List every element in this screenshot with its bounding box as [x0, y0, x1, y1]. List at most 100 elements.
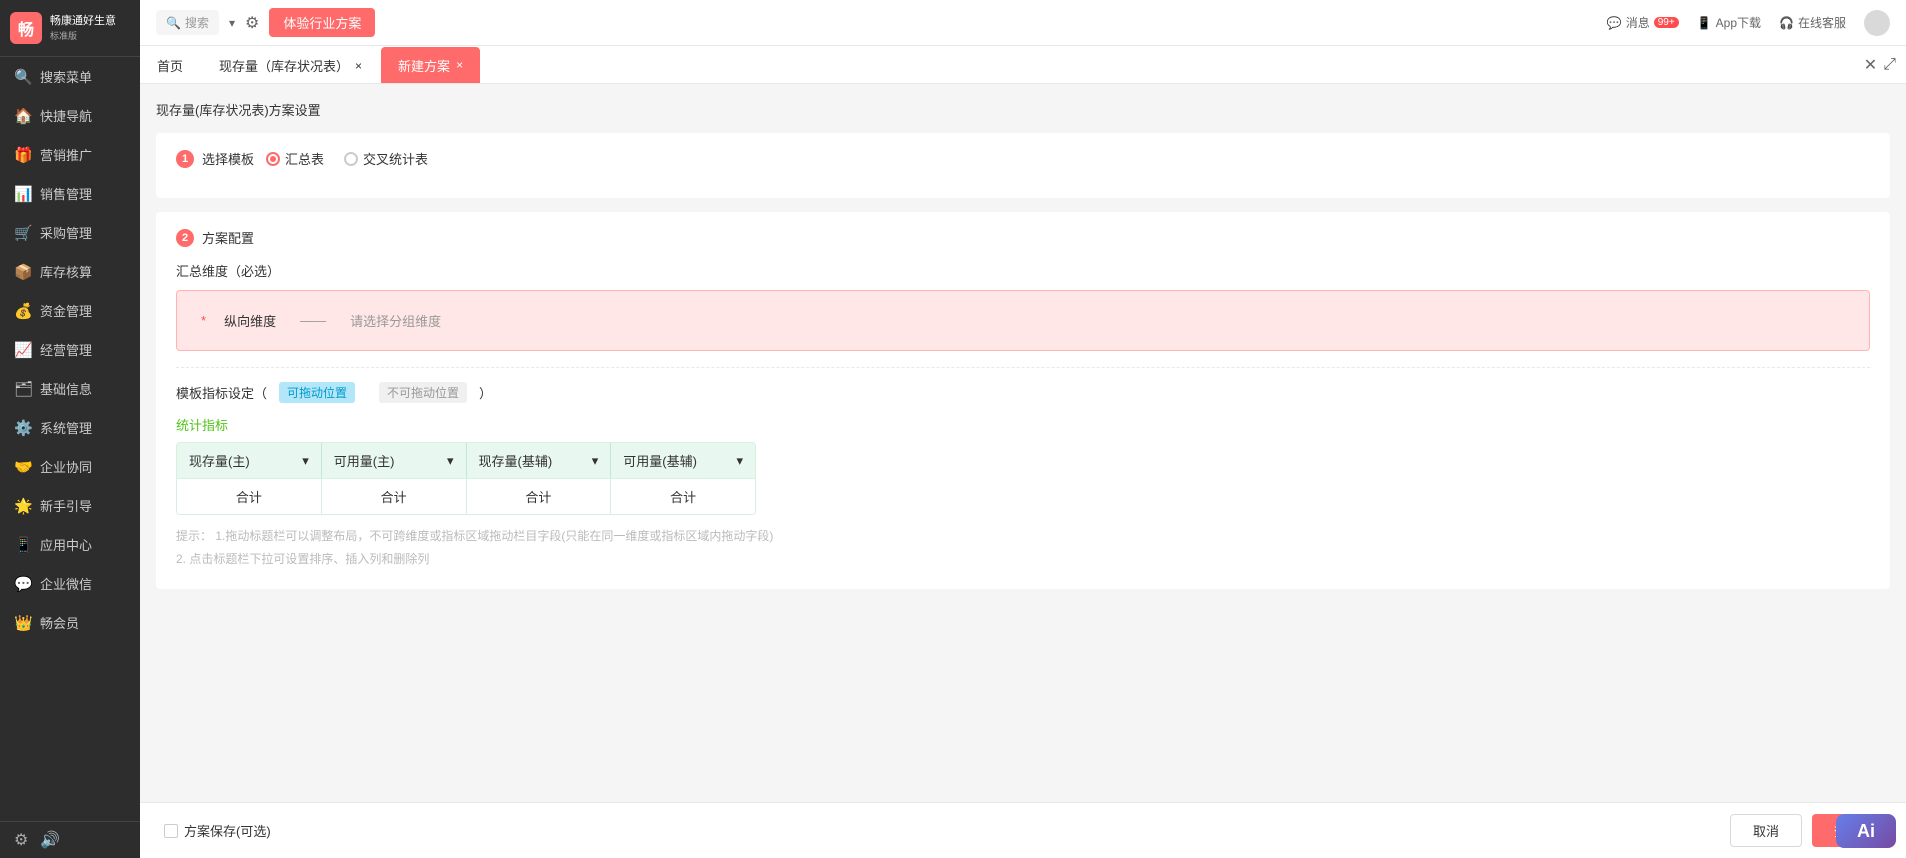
sidebar-item-label: 应用中心: [40, 535, 92, 554]
indicator-col-2[interactable]: 可用量(主) ▾: [322, 443, 467, 478]
sidebar-item-corp[interactable]: 🤝 企业协同: [0, 447, 140, 486]
sidebar-item-operation[interactable]: 📈 经营管理: [0, 330, 140, 369]
purchase-icon: 🛒: [14, 224, 32, 242]
tab-new-scheme[interactable]: 新建方案 ×: [381, 47, 480, 83]
sidebar-item-label: 采购管理: [40, 223, 92, 242]
indicator-setting-row: 模板指标设定（ 可拖动位置 不可拖动位置 ）: [176, 382, 1870, 403]
expand-panel-button[interactable]: ⤢: [1883, 55, 1896, 75]
chevron-col-1-icon: ▾: [302, 453, 309, 469]
operation-icon: 📈: [14, 341, 32, 359]
indicator-body-row: 合计 合计 合计 合计: [177, 478, 755, 514]
sidebar-item-basic[interactable]: 🗂 基础信息: [0, 369, 140, 408]
indicator-col-1[interactable]: 现存量(主) ▾: [177, 443, 322, 478]
app-download-icon: 📱: [1697, 16, 1712, 30]
cancel-button[interactable]: 取消: [1730, 814, 1802, 847]
indicator-body-4: 合计: [611, 479, 755, 514]
indicator-col-4-label: 可用量(基辅): [623, 451, 697, 470]
sidebar-item-system[interactable]: ⚙️ 系统管理: [0, 408, 140, 447]
indicator-body-2: 合计: [322, 479, 467, 514]
indicator-col-4[interactable]: 可用量(基辅) ▾: [611, 443, 755, 478]
sidebar-item-wechat[interactable]: 💬 企业微信: [0, 564, 140, 603]
indicator-header: 现存量(主) ▾ 可用量(主) ▾ 现存量(基辅) ▾ 可用量(基辅): [177, 443, 755, 478]
sidebar-item-quick-nav[interactable]: 🏠 快捷导航: [0, 96, 140, 135]
topbar-right: 💬 消息 99+ 📱 App下载 🎧 在线客服: [1607, 10, 1890, 36]
topbar-gear-icon[interactable]: ⚙: [245, 13, 259, 33]
sidebar-item-label: 畅会员: [40, 613, 79, 632]
sidebar-item-label: 资金管理: [40, 301, 92, 320]
topbar-dropdown[interactable]: ▾: [229, 16, 235, 30]
tab-inventory[interactable]: 现存量（库存状况表） ×: [202, 47, 379, 83]
apps-icon: 📱: [14, 536, 32, 554]
avatar: [1864, 10, 1890, 36]
sidebar-item-label: 新手引导: [40, 496, 92, 515]
radio-summary-circle: [266, 152, 280, 166]
indicator-col-3-label: 现存量(基辅): [479, 451, 553, 470]
sidebar-item-label: 营销推广: [40, 145, 92, 164]
indicator-title: 统计指标: [176, 415, 1870, 434]
headset-icon: 🎧: [1779, 16, 1794, 30]
sidebar-item-label: 经营管理: [40, 340, 92, 359]
content-area: 现存量(库存状况表)方案设置 1 选择模板 汇总表 交叉统计表: [140, 84, 1906, 802]
sidebar: 畅 畅康通好生意 标准版 🔍 搜索菜单 🏠 快捷导航 🎁 营销推广 📊 销售管理…: [0, 0, 140, 858]
sidebar-item-apps[interactable]: 📱 应用中心: [0, 525, 140, 564]
tag-movable: 可拖动位置: [279, 382, 355, 403]
sidebar-item-label: 搜索菜单: [40, 67, 92, 86]
app-download-button[interactable]: 📱 App下载: [1697, 14, 1761, 31]
sidebar-item-marketing[interactable]: 🎁 营销推广: [0, 135, 140, 174]
sidebar-item-finance[interactable]: 💰 资金管理: [0, 291, 140, 330]
ai-badge[interactable]: Ai: [1836, 814, 1896, 848]
search-menu-icon: 🔍: [14, 68, 32, 86]
dimension-area[interactable]: * 纵向维度 —— 请选择分组维度: [176, 290, 1870, 351]
msg-button[interactable]: 💬 消息 99+: [1607, 14, 1679, 31]
topbar: 🔍 搜索 ▾ ⚙ 体验行业方案 💬 消息 99+ 📱 App下载 🎧 在线客服: [140, 0, 1906, 46]
save-checkbox[interactable]: 方案保存(可选): [164, 821, 271, 840]
ai-label: Ai: [1857, 821, 1875, 842]
settings-bottom-icon[interactable]: ⚙: [14, 830, 28, 850]
hint-2: 2. 点击标题栏下拉可设置排序、插入列和删除列: [176, 550, 1870, 569]
online-service-button[interactable]: 🎧 在线客服: [1779, 14, 1846, 31]
sidebar-item-newbie[interactable]: 🌟 新手引导: [0, 486, 140, 525]
user-menu[interactable]: [1864, 10, 1890, 36]
sidebar-item-label: 企业微信: [40, 574, 92, 593]
tag-unmovable: 不可拖动位置: [379, 382, 467, 403]
sidebar-item-label: 系统管理: [40, 418, 92, 437]
speaker-bottom-icon[interactable]: 🔊: [40, 830, 60, 850]
indicator-body-3: 合计: [467, 479, 612, 514]
sidebar-item-label: 快捷导航: [40, 106, 92, 125]
radio-cross[interactable]: 交叉统计表: [344, 149, 428, 168]
msg-label: 消息: [1626, 14, 1650, 31]
tab-inventory-close[interactable]: ×: [355, 59, 362, 73]
dim-placeholder: 请选择分组维度: [350, 311, 441, 330]
newbie-icon: 🌟: [14, 497, 32, 515]
template-radio-group: 汇总表 交叉统计表: [266, 149, 428, 168]
industry-btn[interactable]: 体验行业方案: [269, 8, 375, 37]
online-service-label: 在线客服: [1798, 14, 1846, 31]
radio-cross-circle: [344, 152, 358, 166]
sidebar-item-search-menu[interactable]: 🔍 搜索菜单: [0, 57, 140, 96]
quick-nav-icon: 🏠: [14, 107, 32, 125]
sidebar-scroll: 🔍 搜索菜单 🏠 快捷导航 🎁 营销推广 📊 销售管理 🛒 采购管理 📦 库存核…: [0, 57, 140, 821]
sidebar-logo: 畅 畅康通好生意 标准版: [0, 0, 140, 57]
inventory-icon: 📦: [14, 263, 32, 281]
sidebar-item-member[interactable]: 👑 畅会员: [0, 603, 140, 642]
member-icon: 👑: [14, 614, 32, 632]
search-icon: 🔍: [166, 16, 181, 30]
sidebar-item-inventory[interactable]: 📦 库存核算: [0, 252, 140, 291]
marketing-icon: 🎁: [14, 146, 32, 164]
tab-home[interactable]: 首页: [140, 47, 200, 83]
sidebar-item-label: 基础信息: [40, 379, 92, 398]
footer: 方案保存(可选) 取消 查询: [140, 802, 1906, 858]
step1-num: 1: [176, 150, 194, 168]
topbar-left: 🔍 搜索 ▾ ⚙ 体验行业方案: [156, 8, 375, 37]
dim-name: 纵向维度: [224, 311, 276, 330]
corp-icon: 🤝: [14, 458, 32, 476]
tab-new-scheme-close[interactable]: ×: [456, 58, 463, 72]
hint-section: 提示： 1.拖动标题栏可以调整布局，不可跨维度或指标区域拖动栏目字段(只能在同一…: [176, 527, 1870, 569]
chevron-col-2-icon: ▾: [447, 453, 454, 469]
sidebar-item-sales[interactable]: 📊 销售管理: [0, 174, 140, 213]
indicator-col-3[interactable]: 现存量(基辅) ▾: [467, 443, 612, 478]
topbar-search-box[interactable]: 🔍 搜索: [156, 10, 219, 35]
radio-summary[interactable]: 汇总表: [266, 149, 324, 168]
sidebar-item-purchase[interactable]: 🛒 采购管理: [0, 213, 140, 252]
close-panel-button[interactable]: ✕: [1864, 55, 1877, 75]
